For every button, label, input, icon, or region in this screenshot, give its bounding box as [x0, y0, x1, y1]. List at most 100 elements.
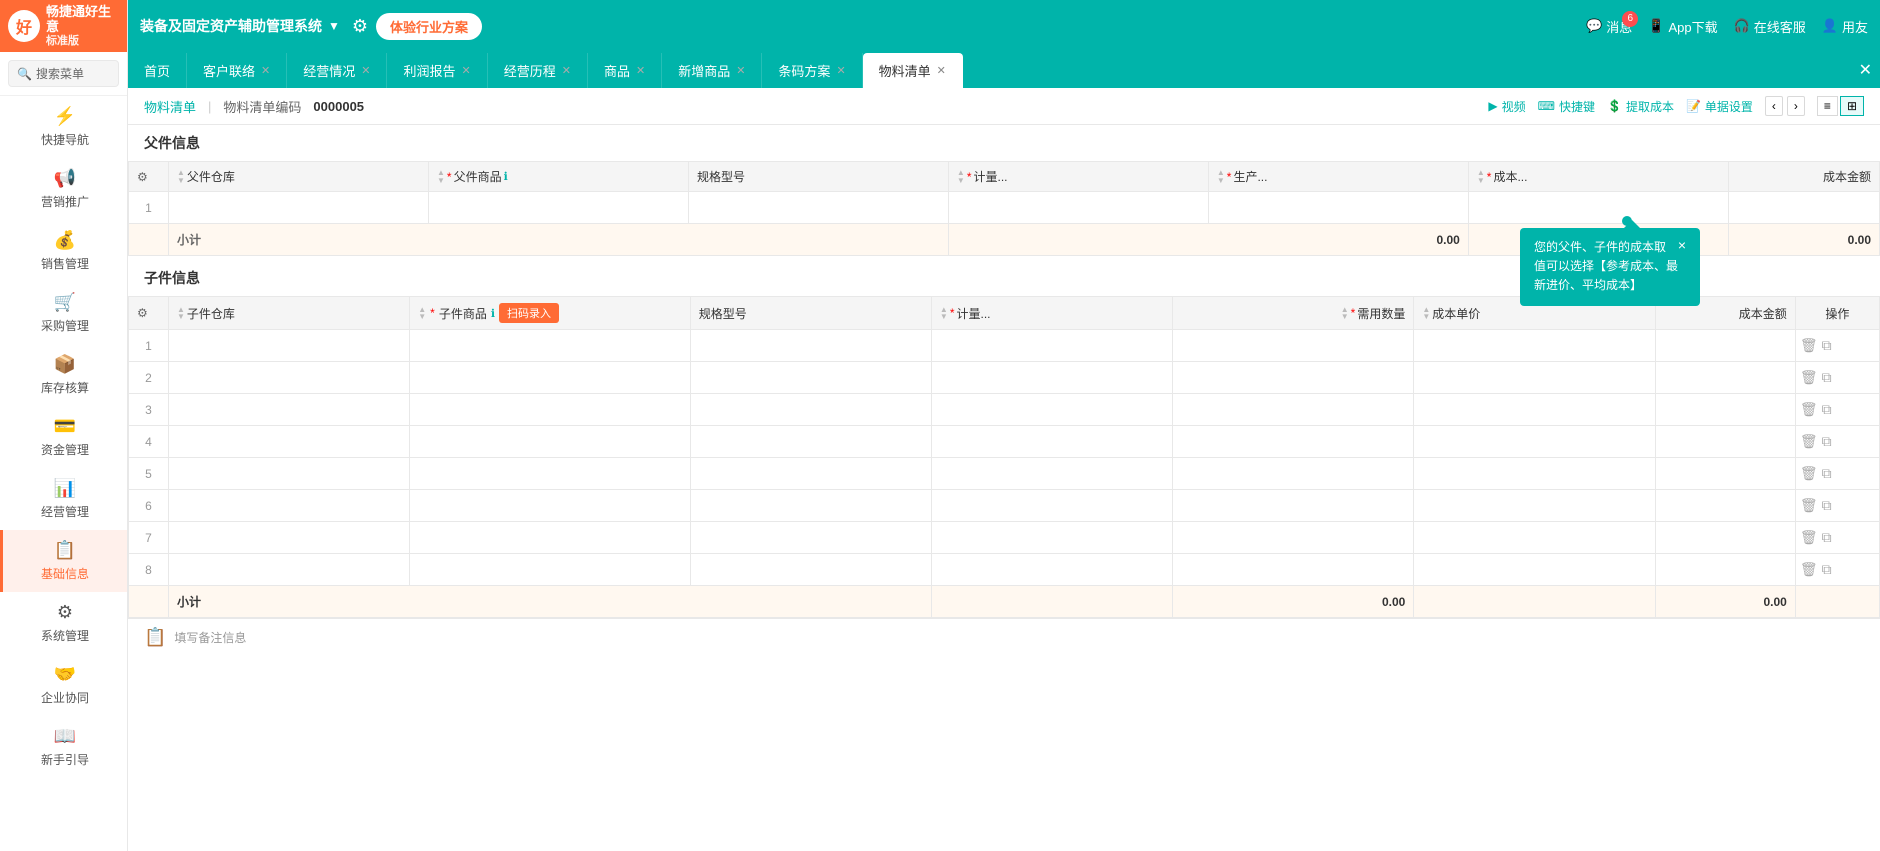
child-spec-input-6[interactable] — [691, 490, 931, 521]
child-product-5[interactable] — [410, 458, 690, 490]
sidebar-item-10[interactable]: 📖新手引导 — [0, 716, 127, 778]
child-product-1[interactable] — [410, 330, 690, 362]
nav-tab-6[interactable]: 新增商品✕ — [662, 53, 762, 88]
child-measure-6[interactable] — [931, 490, 1172, 522]
child-qty-6[interactable] — [1173, 490, 1414, 522]
child-qty-2[interactable] — [1173, 362, 1414, 394]
child-spec-6[interactable] — [690, 490, 931, 522]
child-unit-cost-input-8[interactable] — [1414, 554, 1654, 585]
child-warehouse-6[interactable] — [169, 490, 410, 522]
nav-tab-close-4[interactable]: ✕ — [562, 64, 571, 77]
nav-tab-8[interactable]: 物料清单✕ — [863, 53, 963, 88]
online-service-button[interactable]: 🎧 在线客服 — [1734, 17, 1806, 36]
video-button[interactable]: ▶ 视频 — [1488, 98, 1525, 115]
parent-production-1[interactable] — [1208, 192, 1468, 224]
message-button[interactable]: 💬 消息 6 — [1586, 17, 1632, 36]
child-unit-cost-input-6[interactable] — [1414, 490, 1654, 521]
child-qty-1[interactable] — [1173, 330, 1414, 362]
child-qty-input-3[interactable] — [1173, 394, 1413, 425]
child-spec-3[interactable] — [690, 394, 931, 426]
extract-cost-button[interactable]: 💲 提取成本 — [1607, 98, 1674, 115]
child-unit-cost-input-5[interactable] — [1414, 458, 1654, 489]
child-unit-cost-7[interactable] — [1414, 522, 1655, 554]
child-qty-8[interactable] — [1173, 554, 1414, 586]
child-warehouse-1[interactable] — [169, 330, 410, 362]
note-text[interactable]: 填写备注信息 — [174, 629, 246, 646]
parent-product-input-1[interactable] — [429, 192, 688, 223]
nav-tab-close-5[interactable]: ✕ — [636, 64, 645, 77]
parent-cost-input-1[interactable] — [1469, 192, 1728, 223]
child-measure-input-5[interactable] — [932, 458, 1172, 489]
nav-tab-close-7[interactable]: ✕ — [836, 64, 845, 77]
child-qty-input-4[interactable] — [1173, 426, 1413, 457]
prev-page-button[interactable]: ‹ — [1765, 96, 1783, 116]
child-product-2[interactable] — [410, 362, 690, 394]
parent-cost-1[interactable] — [1468, 192, 1728, 224]
child-warehouse-input-6[interactable] — [169, 490, 409, 521]
child-qty-4[interactable] — [1173, 426, 1414, 458]
child-measure-2[interactable] — [931, 362, 1172, 394]
nav-tab-3[interactable]: 利润报告✕ — [387, 53, 487, 88]
child-measure-input-2[interactable] — [932, 362, 1172, 393]
child-unit-cost-input-7[interactable] — [1414, 522, 1654, 553]
child-warehouse-8[interactable] — [169, 554, 410, 586]
sidebar-item-4[interactable]: 📦库存核算 — [0, 344, 127, 406]
app-download-button[interactable]: 📱 App下载 — [1648, 17, 1717, 36]
child-measure-5[interactable] — [931, 458, 1172, 490]
child-spec-1[interactable] — [690, 330, 931, 362]
child-copy-3[interactable]: ⧉ — [1822, 401, 1832, 418]
child-delete-6[interactable]: 🗑 — [1800, 497, 1818, 514]
parent-product-1[interactable] — [428, 192, 688, 224]
child-spec-input-1[interactable] — [691, 330, 931, 361]
nav-tab-close-3[interactable]: ✕ — [462, 64, 471, 77]
child-copy-8[interactable]: ⧉ — [1822, 561, 1832, 578]
parent-warehouse-input-1[interactable] — [169, 192, 428, 223]
parent-spec-input-1[interactable] — [689, 192, 948, 223]
nav-tab-close-6[interactable]: ✕ — [736, 64, 745, 77]
child-spec-5[interactable] — [690, 458, 931, 490]
child-warehouse-7[interactable] — [169, 522, 410, 554]
child-product-4[interactable] — [410, 426, 690, 458]
single-setting-button[interactable]: 📝 单据设置 — [1686, 98, 1753, 115]
child-spec-8[interactable] — [690, 554, 931, 586]
child-spec-input-7[interactable] — [691, 522, 931, 553]
user-button[interactable]: 👤 用友 — [1822, 17, 1868, 36]
nav-tab-1[interactable]: 客户联络✕ — [187, 53, 287, 88]
child-spec-7[interactable] — [690, 522, 931, 554]
tooltip-close-button[interactable]: × — [1678, 238, 1686, 252]
child-unit-cost-input-2[interactable] — [1414, 362, 1654, 393]
child-copy-4[interactable]: ⧉ — [1822, 433, 1832, 450]
child-product-input-3[interactable] — [410, 394, 689, 425]
list-view-button[interactable]: ≡ — [1817, 96, 1838, 116]
nav-tab-4[interactable]: 经营历程✕ — [488, 53, 588, 88]
child-spec-input-2[interactable] — [691, 362, 931, 393]
search-menu-button[interactable]: 🔍 搜索菜单 — [8, 60, 119, 87]
shortcut-button[interactable]: ⌨ 快捷键 — [1538, 98, 1595, 115]
child-spec-4[interactable] — [690, 426, 931, 458]
child-measure-4[interactable] — [931, 426, 1172, 458]
child-spec-input-8[interactable] — [691, 554, 931, 585]
child-product-6[interactable] — [410, 490, 690, 522]
sidebar-item-8[interactable]: ⚙系统管理 — [0, 592, 127, 654]
tabs-close-all[interactable]: ✕ — [1851, 52, 1880, 88]
child-measure-input-1[interactable] — [932, 330, 1172, 361]
child-qty-3[interactable] — [1173, 394, 1414, 426]
nav-tab-close-1[interactable]: ✕ — [261, 64, 270, 77]
next-page-button[interactable]: › — [1787, 96, 1805, 116]
sidebar-item-0[interactable]: ⚡快捷导航 — [0, 96, 127, 158]
sidebar-item-6[interactable]: 📊经营管理 — [0, 468, 127, 530]
child-warehouse-3[interactable] — [169, 394, 410, 426]
child-product-3[interactable] — [410, 394, 690, 426]
child-qty-input-7[interactable] — [1173, 522, 1413, 553]
nav-tab-2[interactable]: 经营情况✕ — [287, 53, 387, 88]
child-product-input-7[interactable] — [410, 522, 689, 553]
sidebar-item-1[interactable]: 📢营销推广 — [0, 158, 127, 220]
child-qty-input-8[interactable] — [1173, 554, 1413, 585]
parent-measure-1[interactable] — [948, 192, 1208, 224]
child-product-7[interactable] — [410, 522, 690, 554]
settings-cog-icon[interactable]: ⚙ — [137, 170, 148, 184]
child-product-input-6[interactable] — [410, 490, 689, 521]
child-qty-7[interactable] — [1173, 522, 1414, 554]
child-unit-cost-input-3[interactable] — [1414, 394, 1654, 425]
child-spec-input-4[interactable] — [691, 426, 931, 457]
